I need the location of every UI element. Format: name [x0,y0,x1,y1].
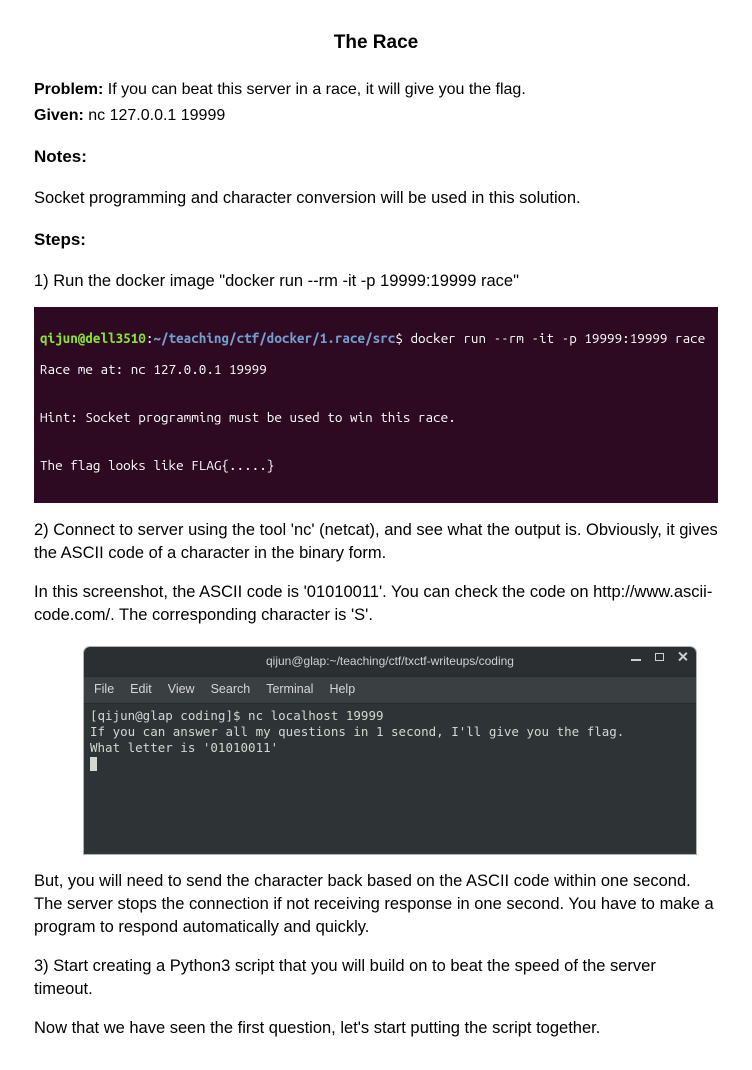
term1-line-4: The flag looks like FLAG{.....} [40,456,712,474]
menu-file[interactable]: File [94,681,114,699]
steps-heading: Steps: [34,228,718,252]
menu-view[interactable]: View [168,681,195,699]
problem-text: If you can beat this server in a race, i… [103,81,525,98]
menu-terminal[interactable]: Terminal [266,681,313,699]
terminal-netcat: qijun@glap:~/teaching/ctf/txctf-writeups… [84,647,696,853]
step-1-text: 1) Run the docker image "docker run --rm… [34,270,718,293]
term1-path: ~/teaching/ctf/docker/1.race/src [153,330,395,346]
maximize-icon[interactable] [655,653,664,661]
term2-body: [qijun@glap coding]$ nc localhost 19999 … [84,704,696,854]
terminal-docker: qijun@dell3510:~/teaching/ctf/docker/1.r… [34,307,718,503]
notes-text: Socket programming and character convers… [34,187,718,210]
minimize-icon[interactable] [631,652,641,662]
term2-output: [qijun@glap coding]$ nc localhost 19999 … [90,708,624,756]
problem-line: Problem: If you can beat this server in … [34,79,718,101]
term2-title-text: qijun@glap:~/teaching/ctf/txctf-writeups… [266,654,514,668]
page-title: The Race [34,30,718,57]
term1-user: qijun@dell3510 [40,330,146,346]
close-icon[interactable] [678,652,688,662]
term1-cmd: docker run --rm -it -p 19999:19999 race [410,330,705,346]
step-2-text-c: But, you will need to send the character… [34,870,718,939]
given-label: Given: [34,107,84,124]
step-2-text-b: In this screenshot, the ASCII code is '0… [34,581,718,627]
term1-line-2: Race me at: nc 127.0.0.1 19999 [40,360,712,378]
given-text: nc 127.0.0.1 19999 [84,107,225,124]
notes-heading: Notes: [34,145,718,169]
problem-label: Problem: [34,81,103,98]
step-3-text-b: Now that we have seen the first question… [34,1017,718,1040]
step-2-text-a: 2) Connect to server using the tool 'nc'… [34,519,718,565]
term1-dollar: $ [395,330,410,346]
given-line: Given: nc 127.0.0.1 19999 [34,105,718,127]
terminal-cursor [90,757,97,771]
term2-menubar: File Edit View Search Terminal Help [84,677,696,704]
menu-help[interactable]: Help [329,681,355,699]
menu-edit[interactable]: Edit [130,681,152,699]
menu-search[interactable]: Search [211,681,251,699]
term2-titlebar: qijun@glap:~/teaching/ctf/txctf-writeups… [84,647,696,677]
step-3-text: 3) Start creating a Python3 script that … [34,955,718,1001]
term1-line-3: Hint: Socket programming must be used to… [40,408,712,426]
